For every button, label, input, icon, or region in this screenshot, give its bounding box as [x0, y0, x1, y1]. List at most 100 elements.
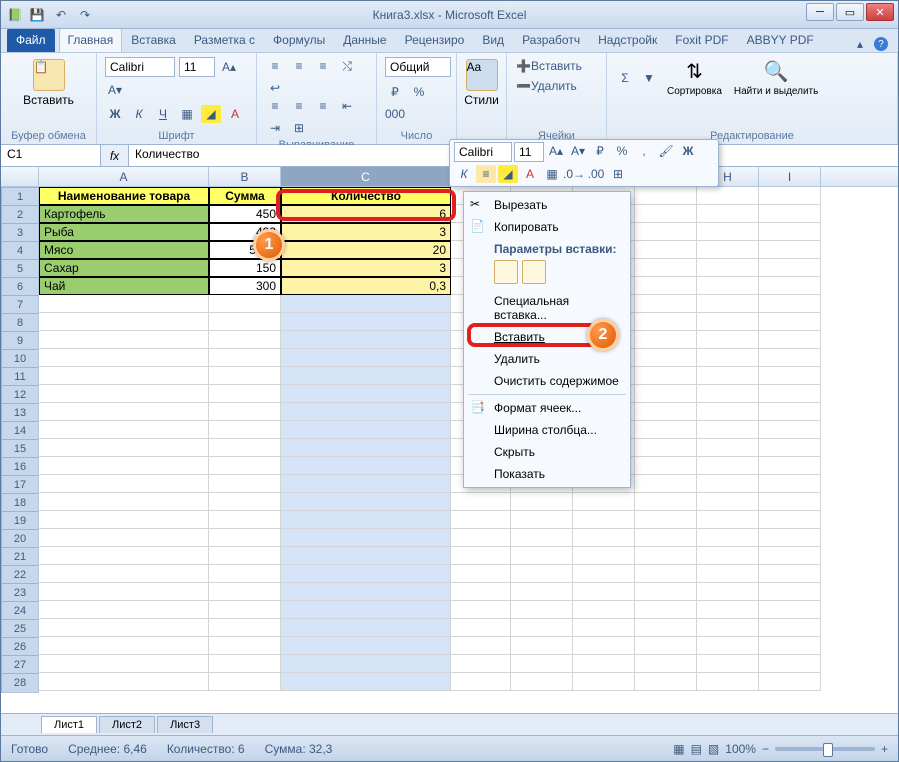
cell[interactable]	[635, 457, 697, 475]
cell[interactable]	[39, 403, 209, 421]
cell[interactable]	[209, 367, 281, 385]
cell[interactable]	[39, 511, 209, 529]
cell[interactable]	[451, 493, 511, 511]
cell[interactable]	[697, 601, 759, 619]
cell[interactable]	[39, 493, 209, 511]
cell[interactable]	[697, 421, 759, 439]
cell[interactable]	[697, 637, 759, 655]
cell[interactable]	[209, 457, 281, 475]
cell[interactable]	[635, 511, 697, 529]
cell[interactable]	[511, 511, 573, 529]
cell[interactable]	[759, 673, 821, 691]
cell[interactable]	[511, 673, 573, 691]
cell[interactable]	[281, 367, 451, 385]
cell[interactable]	[573, 619, 635, 637]
cell[interactable]	[573, 511, 635, 529]
cell[interactable]	[573, 583, 635, 601]
cell[interactable]	[39, 583, 209, 601]
cell[interactable]	[573, 529, 635, 547]
ctx-hide[interactable]: Скрыть	[464, 441, 630, 463]
increase-font-icon[interactable]: A▴	[219, 58, 239, 76]
cell[interactable]	[697, 475, 759, 493]
fill-color-icon[interactable]: ◢	[201, 105, 221, 123]
cell[interactable]	[697, 259, 759, 277]
cell[interactable]	[635, 349, 697, 367]
indent-inc-icon[interactable]: ⇥	[265, 119, 285, 137]
decrease-font-icon[interactable]: A▾	[105, 81, 125, 99]
cell[interactable]	[759, 223, 821, 241]
cell[interactable]	[635, 223, 697, 241]
cell[interactable]	[281, 655, 451, 673]
row-header[interactable]: 18	[1, 493, 39, 513]
cell[interactable]	[759, 493, 821, 511]
cell[interactable]	[511, 493, 573, 511]
cell[interactable]	[635, 655, 697, 673]
cell[interactable]	[281, 475, 451, 493]
cell[interactable]	[759, 547, 821, 565]
cell[interactable]	[697, 349, 759, 367]
cell[interactable]	[209, 511, 281, 529]
row-header[interactable]: 13	[1, 403, 39, 423]
cell[interactable]	[759, 313, 821, 331]
zoom-slider[interactable]	[775, 747, 875, 751]
mini-percent-icon[interactable]: %	[612, 142, 632, 160]
cell[interactable]	[697, 547, 759, 565]
cell[interactable]	[635, 259, 697, 277]
cell[interactable]	[281, 619, 451, 637]
sheet-tab-2[interactable]: Лист2	[99, 716, 155, 733]
cell[interactable]	[451, 673, 511, 691]
tab-insert[interactable]: Вставка	[122, 28, 185, 52]
row-header[interactable]: 5	[1, 259, 39, 279]
cell[interactable]	[451, 547, 511, 565]
cell[interactable]	[697, 457, 759, 475]
cell[interactable]	[39, 421, 209, 439]
cell[interactable]	[209, 673, 281, 691]
cell[interactable]: 3	[281, 223, 451, 241]
cell[interactable]	[281, 511, 451, 529]
cell[interactable]	[511, 547, 573, 565]
cell[interactable]	[635, 529, 697, 547]
cell[interactable]	[209, 313, 281, 331]
cell[interactable]	[209, 529, 281, 547]
cell[interactable]	[39, 565, 209, 583]
row-header[interactable]: 15	[1, 439, 39, 459]
cell[interactable]	[573, 673, 635, 691]
cell[interactable]	[281, 403, 451, 421]
col-header-b[interactable]: B	[209, 167, 281, 186]
merge-icon[interactable]: ⊞	[289, 119, 309, 137]
cell[interactable]: 6	[281, 205, 451, 223]
cell[interactable]	[635, 637, 697, 655]
font-name-select[interactable]	[105, 57, 175, 77]
row-header[interactable]: 3	[1, 223, 39, 243]
cell[interactable]	[511, 583, 573, 601]
cell[interactable]	[759, 205, 821, 223]
tab-formulas[interactable]: Формулы	[264, 28, 334, 52]
paste-option-icon[interactable]	[522, 260, 546, 284]
cell[interactable]	[281, 439, 451, 457]
mini-comma-icon[interactable]: ,	[634, 142, 654, 160]
indent-dec-icon[interactable]: ⇤	[337, 97, 357, 115]
row-header[interactable]: 19	[1, 511, 39, 531]
mini-merge-icon[interactable]: ⊞	[608, 165, 628, 183]
cell[interactable]	[635, 565, 697, 583]
cell[interactable]	[573, 493, 635, 511]
cell[interactable]	[759, 295, 821, 313]
cell[interactable]	[39, 475, 209, 493]
cell[interactable]	[39, 637, 209, 655]
cell[interactable]: Рыба	[39, 223, 209, 241]
cell[interactable]	[511, 619, 573, 637]
cell[interactable]	[759, 367, 821, 385]
cell[interactable]	[697, 205, 759, 223]
cell[interactable]: 150	[209, 259, 281, 277]
tab-data[interactable]: Данные	[334, 28, 395, 52]
align-right-icon[interactable]: ≡	[313, 97, 333, 115]
cell[interactable]	[697, 655, 759, 673]
ctx-cut[interactable]: ✂Вырезать	[464, 194, 630, 216]
cell[interactable]	[635, 421, 697, 439]
row-header[interactable]: 8	[1, 313, 39, 333]
row-header[interactable]: 6	[1, 277, 39, 297]
cell[interactable]	[281, 331, 451, 349]
row-header[interactable]: 16	[1, 457, 39, 477]
cell[interactable]	[209, 655, 281, 673]
cell[interactable]	[209, 295, 281, 313]
